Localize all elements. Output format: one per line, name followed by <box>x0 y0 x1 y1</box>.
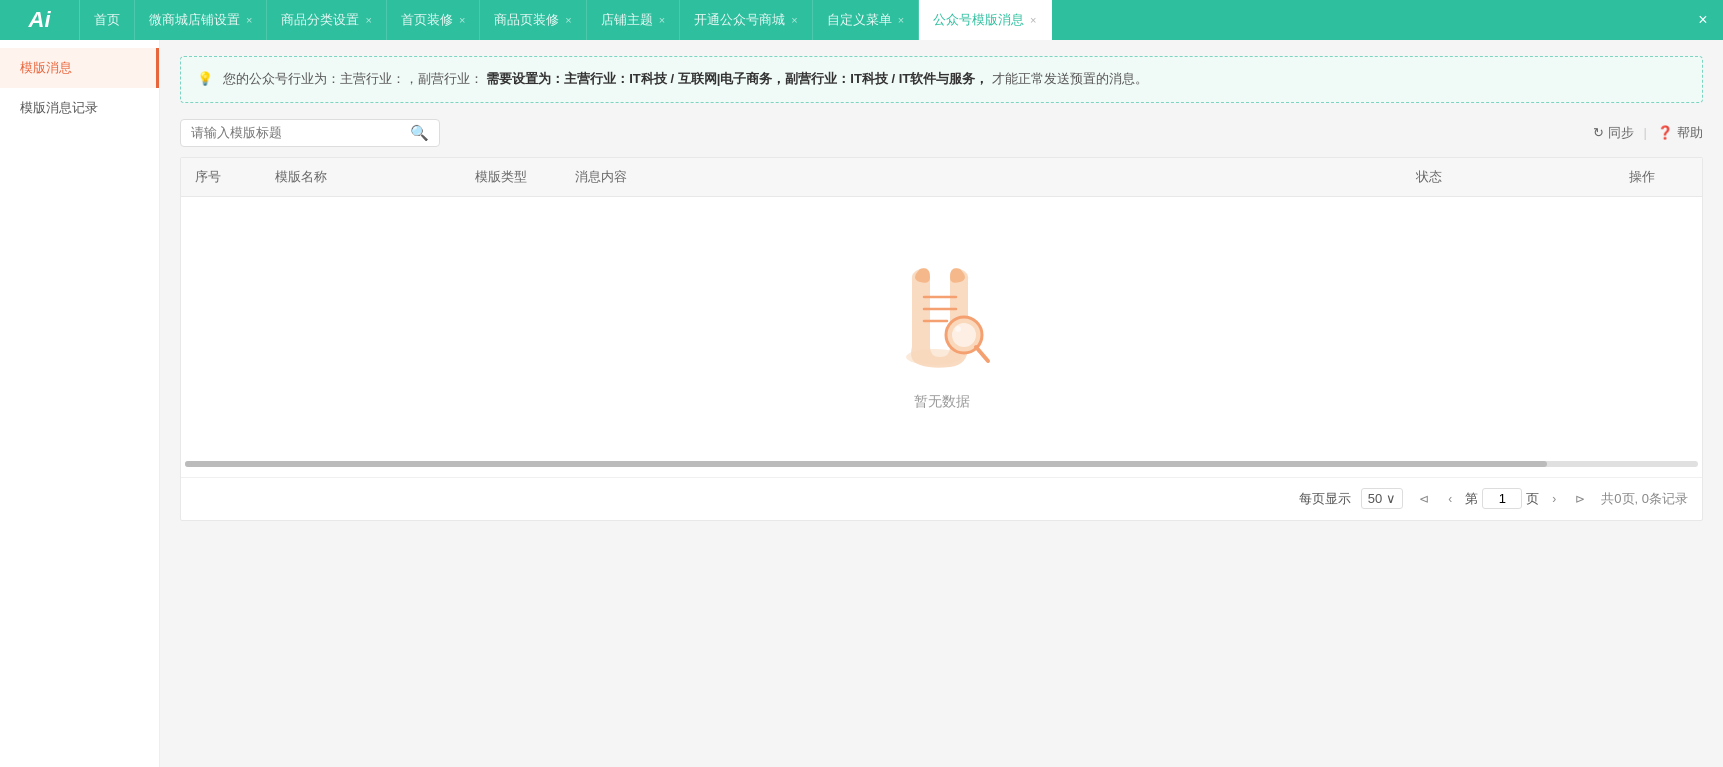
nav-tab-close-category-settings[interactable]: × <box>365 14 371 26</box>
search-box: 🔍 <box>180 119 440 147</box>
nav-tab-shop-settings[interactable]: 微商城店铺设置× <box>135 0 267 40</box>
page-size-select[interactable]: 50 ∨ <box>1361 488 1403 509</box>
chevron-down-icon: ∨ <box>1386 491 1396 506</box>
scroll-bar-area <box>181 461 1702 467</box>
empty-text: 暂无数据 <box>914 393 970 411</box>
sidebar-item-template-msg-record[interactable]: 模版消息记录 <box>0 88 159 128</box>
close-all-button[interactable]: × <box>1683 0 1723 40</box>
nav-tab-custom-menu[interactable]: 自定义菜单× <box>813 0 919 40</box>
sync-button[interactable]: ↻ 同步 <box>1593 124 1634 142</box>
content-area: 💡 您的公众号行业为：主营行业：，副营行业： 需要设置为：主营行业：IT科技 /… <box>160 40 1723 767</box>
page-input[interactable] <box>1482 488 1522 509</box>
th-name: 模版名称 <box>261 158 461 196</box>
page-size-value: 50 <box>1368 491 1382 506</box>
alert-suffix: 才能正常发送预置的消息。 <box>992 71 1148 86</box>
main-layout: 模版消息模版消息记录 💡 您的公众号行业为：主营行业：，副营行业： 需要设置为：… <box>0 40 1723 767</box>
th-action: 操作 <box>1582 158 1702 196</box>
help-icon: ❓ <box>1657 125 1673 140</box>
sync-label: 同步 <box>1608 124 1634 142</box>
nav-tab-close-shop-theme[interactable]: × <box>659 14 665 26</box>
toolbar-right: ↻ 同步 | ❓ 帮助 <box>1593 124 1703 142</box>
nav-tab-close-home-decoration[interactable]: × <box>459 14 465 26</box>
nav-tab-close-open-mall[interactable]: × <box>791 14 797 26</box>
alert-prefix: 您的公众号行业为：主营行业：，副营行业： <box>223 71 483 86</box>
alert-box: 💡 您的公众号行业为：主营行业：，副营行业： 需要设置为：主营行业：IT科技 /… <box>180 56 1703 103</box>
page-size-label: 每页显示 <box>1299 490 1351 508</box>
sidebar: 模版消息模版消息记录 <box>0 40 160 767</box>
th-seq: 序号 <box>181 158 261 196</box>
sync-icon: ↻ <box>1593 125 1604 140</box>
top-nav: Ai 首页微商城店铺设置×商品分类设置×首页装修×商品页装修×店铺主题×开通公众… <box>0 0 1723 40</box>
help-label: 帮助 <box>1677 124 1703 142</box>
th-status: 状态 <box>1402 158 1582 196</box>
nav-tab-home[interactable]: 首页 <box>80 0 135 40</box>
divider: | <box>1644 125 1647 140</box>
nav-tabs: 首页微商城店铺设置×商品分类设置×首页装修×商品页装修×店铺主题×开通公众号商城… <box>80 0 1683 40</box>
scroll-bar-thumb <box>185 461 1547 467</box>
nav-tab-home-decoration[interactable]: 首页装修× <box>387 0 480 40</box>
last-page-button[interactable]: ⊳ <box>1569 488 1591 510</box>
pagination: 每页显示 50 ∨ ⊲ ‹ 第 页 › ⊳ 共0页, 0条记录 <box>181 477 1702 520</box>
nav-tab-product-decoration[interactable]: 商品页装修× <box>480 0 586 40</box>
svg-point-7 <box>955 326 961 332</box>
nav-tab-close-product-decoration[interactable]: × <box>565 14 571 26</box>
hint-icon: 💡 <box>197 71 213 86</box>
empty-icon <box>882 257 1002 377</box>
page-unit: 页 <box>1526 490 1539 508</box>
search-input[interactable] <box>191 125 410 140</box>
page-input-wrap: 第 页 <box>1465 488 1539 509</box>
nav-tab-shop-theme[interactable]: 店铺主题× <box>587 0 680 40</box>
nav-tab-close-shop-settings[interactable]: × <box>246 14 252 26</box>
prev-page-button[interactable]: ‹ <box>1439 488 1461 510</box>
next-page-button[interactable]: › <box>1543 488 1565 510</box>
empty-state: 暂无数据 <box>181 197 1702 451</box>
alert-highlight: 需要设置为：主营行业：IT科技 / 互联网|电子商务，副营行业：IT科技 / I… <box>486 71 988 86</box>
sidebar-item-template-msg[interactable]: 模版消息 <box>0 48 159 88</box>
nav-tab-close-template-msg[interactable]: × <box>1030 14 1036 26</box>
nav-tab-close-custom-menu[interactable]: × <box>898 14 904 26</box>
svg-point-5 <box>952 323 976 347</box>
table-header: 序号 模版名称 模版类型 消息内容 状态 操作 <box>181 158 1702 197</box>
page-label: 第 <box>1465 490 1478 508</box>
total-info: 共0页, 0条记录 <box>1601 490 1688 508</box>
nav-tab-category-settings[interactable]: 商品分类设置× <box>267 0 386 40</box>
toolbar: 🔍 ↻ 同步 | ❓ 帮助 <box>180 119 1703 147</box>
th-type: 模版类型 <box>461 158 561 196</box>
data-table: 序号 模版名称 模版类型 消息内容 状态 操作 <box>180 157 1703 521</box>
first-page-button[interactable]: ⊲ <box>1413 488 1435 510</box>
help-button[interactable]: ❓ 帮助 <box>1657 124 1703 142</box>
scroll-bar-track[interactable] <box>185 461 1698 467</box>
search-icon[interactable]: 🔍 <box>410 124 429 142</box>
nav-tab-open-mall[interactable]: 开通公众号商城× <box>680 0 812 40</box>
th-content: 消息内容 <box>561 158 1402 196</box>
svg-line-6 <box>976 347 988 361</box>
page-nav: ⊲ ‹ 第 页 › ⊳ <box>1413 488 1591 510</box>
nav-tab-template-msg[interactable]: 公众号模版消息× <box>919 0 1051 40</box>
app-logo: Ai <box>0 0 80 40</box>
